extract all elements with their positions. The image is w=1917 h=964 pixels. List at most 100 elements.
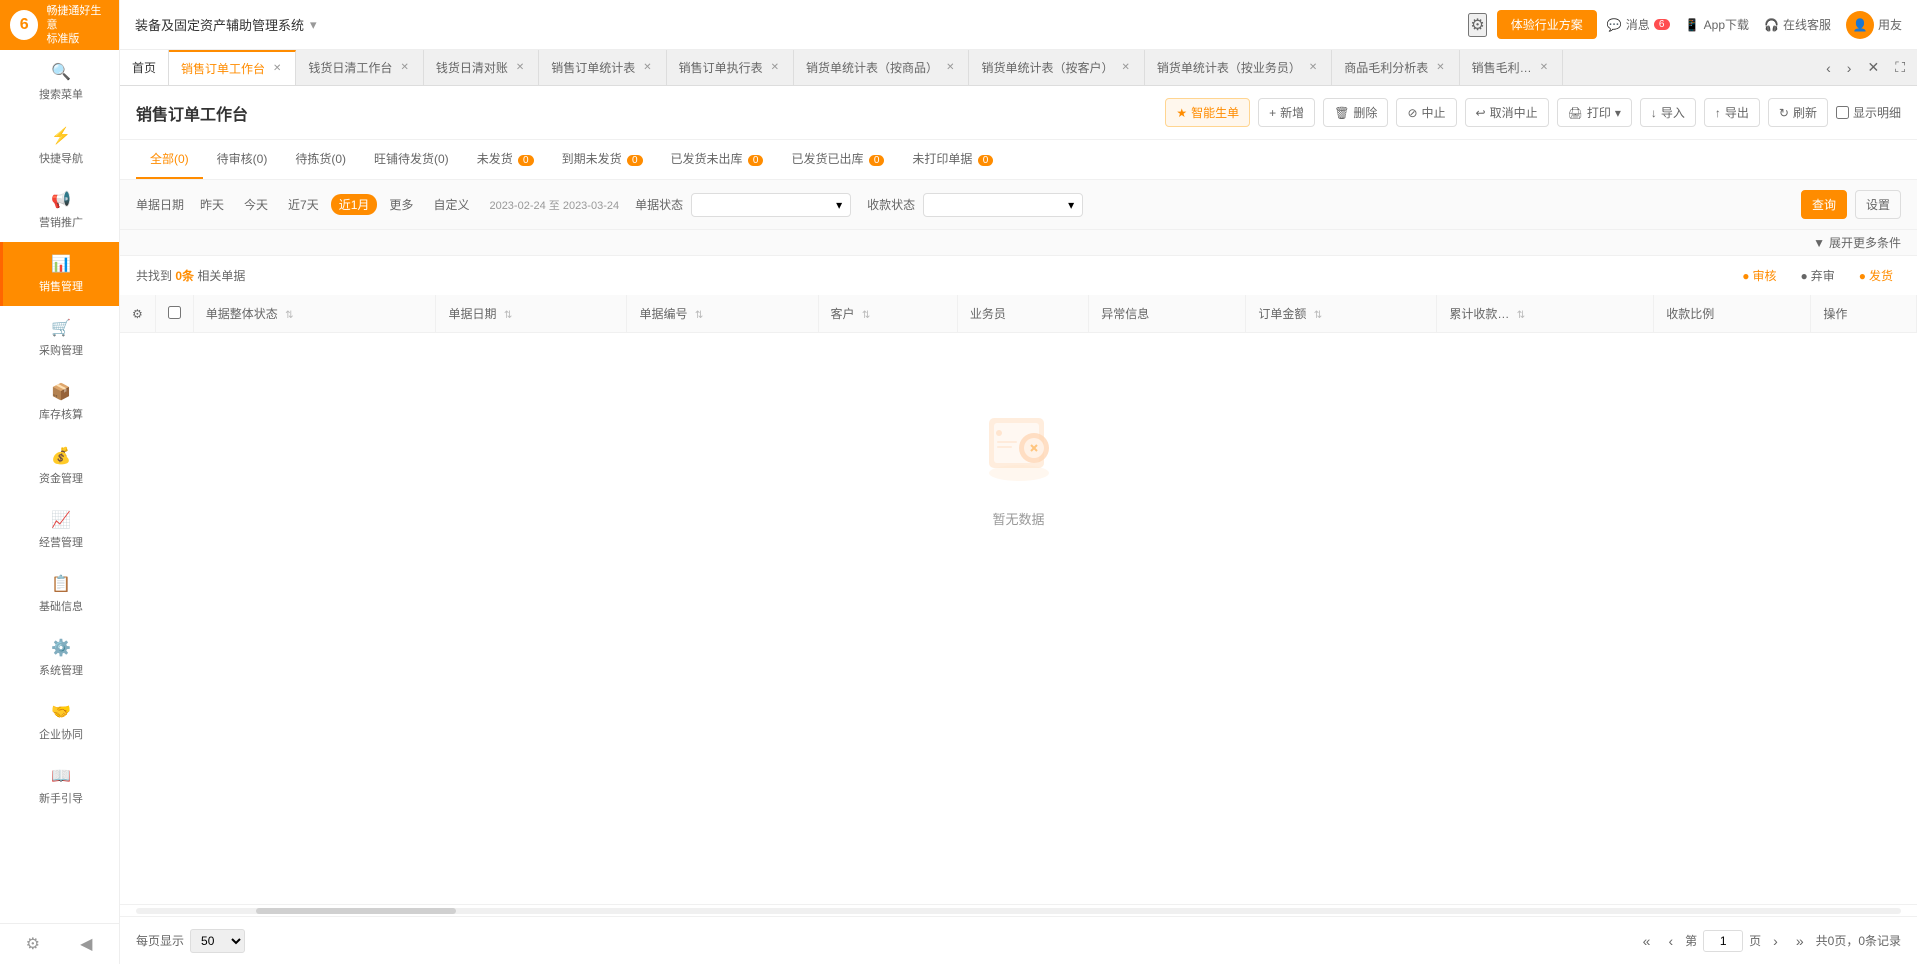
tab-close-icon[interactable]: ✕ (1434, 60, 1446, 75)
ship-icon: ● (1859, 269, 1866, 283)
subtab-pending-pick[interactable]: 待拣货(0) (281, 140, 360, 179)
tab-close-all-button[interactable]: ✕ (1861, 57, 1885, 78)
tab-order-stats[interactable]: 销售订单统计表 ✕ (539, 50, 666, 86)
page-size-select[interactable]: 50 100 200 (190, 929, 245, 953)
sort-icon[interactable]: ⇅ (1517, 310, 1525, 321)
select-all-checkbox[interactable] (168, 306, 181, 319)
tab-order-exec[interactable]: 销售订单执行表 ✕ (667, 50, 794, 86)
tab-scroll-right-button[interactable]: › (1841, 58, 1858, 78)
subtab-overdue-not-shipped[interactable]: 到期未发货 0 (548, 140, 657, 179)
status-select[interactable]: ▾ (691, 193, 851, 217)
date-7days-button[interactable]: 近7天 (280, 194, 327, 215)
show-detail-checkbox[interactable] (1836, 106, 1849, 119)
smart-generate-button[interactable]: ★ 智能生单 (1165, 98, 1250, 127)
date-today-button[interactable]: 今天 (236, 194, 276, 215)
sidebar-item-quicknav[interactable]: ⚡ 快捷导航 (0, 114, 119, 178)
date-more-button[interactable]: 更多 (381, 194, 421, 215)
sort-icon[interactable]: ⇅ (1314, 310, 1322, 321)
th-customer: 客户 ⇅ (818, 295, 957, 333)
tab-sales-by-product[interactable]: 销货单统计表（按商品） ✕ (794, 50, 969, 86)
audit-button[interactable]: ● 审核 (1734, 264, 1784, 287)
sidebar-item-finance[interactable]: 💰 资金管理 (0, 434, 119, 498)
tab-reconcile[interactable]: 钱货日清对账 ✕ (424, 50, 539, 86)
th-checkbox[interactable] (155, 295, 193, 333)
sidebar-item-collab[interactable]: 🤝 企业协同 (0, 690, 119, 754)
th-gear[interactable]: ⚙ (120, 295, 155, 333)
sidebar-item-basic[interactable]: 📋 基础信息 (0, 562, 119, 626)
refresh-button[interactable]: ↻ 刷新 (1768, 98, 1828, 127)
page-last-button[interactable]: » (1790, 931, 1810, 951)
payment-select[interactable]: ▾ (923, 193, 1083, 217)
print-button[interactable]: 🖨 打印 ▾ (1557, 98, 1632, 127)
sidebar-item-system[interactable]: ⚙️ 系统管理 (0, 626, 119, 690)
subtab-shipped-not-out[interactable]: 已发货未出库 0 (657, 140, 778, 179)
sidebar-item-sales[interactable]: 📊 销售管理 (0, 242, 119, 306)
sidebar-item-marketing[interactable]: 📢 营销推广 (0, 178, 119, 242)
user-menu[interactable]: 👤 用友 (1846, 11, 1902, 39)
tab-sales-profit[interactable]: 销售毛利… ✕ (1460, 50, 1563, 86)
tab-close-icon[interactable]: ✕ (1119, 60, 1131, 75)
tab-gross-margin[interactable]: 商品毛利分析表 ✕ (1332, 50, 1459, 86)
message-button[interactable]: 💬 消息 6 (1607, 16, 1670, 33)
date-1month-button[interactable]: 近1月 (331, 194, 378, 215)
th-exception: 异常信息 (1089, 295, 1246, 333)
tab-close-icon[interactable]: ✕ (514, 60, 526, 75)
tab-sales-by-customer[interactable]: 销货单统计表（按客户） ✕ (969, 50, 1144, 86)
cancel-stop-button[interactable]: ↩ 取消中止 (1465, 98, 1549, 127)
subtab-wangpu-pending[interactable]: 旺铺待发货(0) (360, 140, 463, 179)
tab-scroll-left-button[interactable]: ‹ (1820, 58, 1837, 78)
delete-button[interactable]: 🗑 删除 (1323, 98, 1388, 127)
add-button[interactable]: + 新增 (1258, 98, 1315, 127)
tab-close-icon[interactable]: ✕ (641, 60, 653, 75)
subtab-not-printed[interactable]: 未打印单据 0 (898, 140, 1007, 179)
tab-close-icon[interactable]: ✕ (398, 60, 410, 75)
sidebar-item-purchase[interactable]: 🛒 采购管理 (0, 306, 119, 370)
tab-close-icon[interactable]: ✕ (271, 61, 283, 76)
tab-maximize-button[interactable]: ⛶ (1889, 57, 1911, 78)
sidebar-collapse-button[interactable]: ◀ (64, 934, 110, 954)
scrollbar-track[interactable] (136, 908, 1901, 914)
stop-button[interactable]: ⊘ 中止 (1396, 98, 1456, 127)
tab-daily-clear[interactable]: 钱货日清工作台 ✕ (296, 50, 423, 86)
tab-close-icon[interactable]: ✕ (1538, 60, 1550, 75)
ship-button[interactable]: ● 发货 (1851, 264, 1901, 287)
export-button[interactable]: ↑ 导出 (1704, 98, 1760, 127)
page-prev-button[interactable]: ‹ (1662, 931, 1679, 951)
basic-icon: 📋 (51, 574, 71, 594)
sort-icon[interactable]: ⇅ (285, 310, 293, 321)
page-first-button[interactable]: « (1637, 931, 1657, 951)
date-yesterday-button[interactable]: 昨天 (192, 194, 232, 215)
app-download-button[interactable]: 📱 App下载 (1685, 16, 1749, 33)
sort-icon[interactable]: ⇅ (504, 310, 512, 321)
demo-button[interactable]: 体验行业方案 (1497, 10, 1597, 39)
sidebar-item-search[interactable]: 🔍 搜索菜单 (0, 50, 119, 114)
tab-close-icon[interactable]: ✕ (769, 60, 781, 75)
expand-filter-button[interactable]: ▼ 展开更多条件 (1813, 234, 1901, 251)
sidebar-item-operation[interactable]: 📈 经营管理 (0, 498, 119, 562)
page-next-button[interactable]: › (1767, 931, 1784, 951)
scrollbar-thumb[interactable] (256, 908, 456, 914)
subtab-all[interactable]: 全部(0) (136, 140, 203, 179)
sort-icon[interactable]: ⇅ (695, 310, 703, 321)
tab-home[interactable]: 首页 (120, 50, 169, 86)
online-service-button[interactable]: 🎧 在线客服 (1764, 16, 1831, 33)
subtab-pending-audit[interactable]: 待审核(0) (203, 140, 282, 179)
tab-sales-by-salesperson[interactable]: 销货单统计表（按业务员） ✕ (1145, 50, 1332, 86)
tab-close-icon[interactable]: ✕ (944, 60, 956, 75)
subtab-shipped-out[interactable]: 已发货已出库 0 (777, 140, 898, 179)
filter-settings-button[interactable]: 设置 (1855, 190, 1901, 219)
tab-close-icon[interactable]: ✕ (1307, 60, 1319, 75)
sidebar-item-inventory[interactable]: 📦 库存核算 (0, 370, 119, 434)
sidebar-settings-button[interactable]: ⚙ (10, 934, 56, 954)
import-button[interactable]: ↓ 导入 (1640, 98, 1696, 127)
page-number-input[interactable] (1703, 930, 1743, 952)
sort-icon[interactable]: ⇅ (862, 310, 870, 321)
subtab-not-shipped[interactable]: 未发货 0 (463, 140, 548, 179)
query-button[interactable]: 查询 (1801, 190, 1847, 219)
sidebar-item-guide[interactable]: 📖 新手引导 (0, 754, 119, 818)
topbar-settings-button[interactable]: ⚙ (1468, 13, 1486, 37)
tab-sales-workbench[interactable]: 销售订单工作台 ✕ (169, 50, 296, 86)
date-custom-button[interactable]: 自定义 (425, 194, 477, 215)
show-detail-label[interactable]: 显示明细 (1836, 104, 1901, 121)
cancel-audit-button[interactable]: ● 弃审 (1792, 264, 1842, 287)
